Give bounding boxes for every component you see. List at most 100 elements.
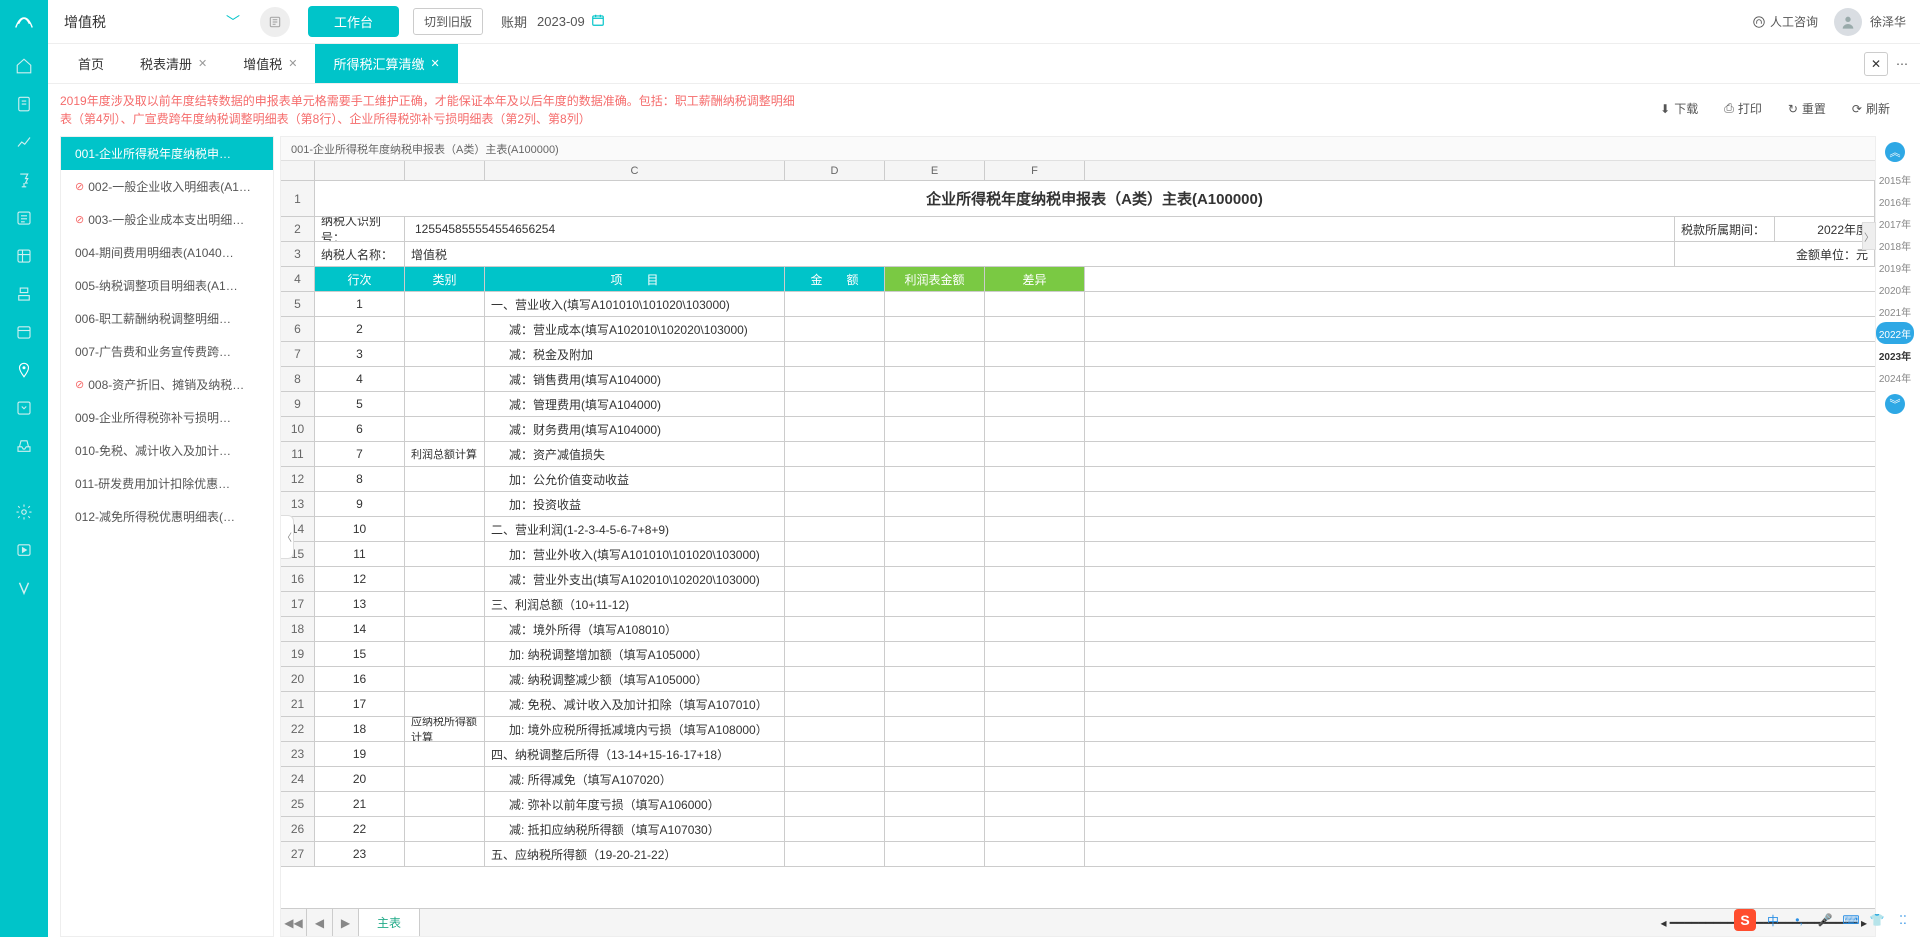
nav-money-icon[interactable] [14,170,34,190]
tree-item[interactable]: 007-广告费和业务宣传费跨… [61,335,273,368]
year-button[interactable]: 2018年 [1876,234,1914,256]
cell[interactable]: 利润表金额 [885,267,985,291]
cell[interactable]: 12 [315,567,405,591]
cell[interactable]: 16 [315,667,405,691]
cell[interactable]: 减: 纳税调整减少额（填写A105000） [485,667,785,691]
year-button[interactable]: 2019年 [1876,256,1914,278]
cell[interactable] [785,817,885,841]
year-button[interactable]: 2024年 [1876,366,1914,388]
cell[interactable] [985,492,1085,516]
switch-old-button[interactable]: 切到旧版 [413,8,483,35]
cell[interactable] [785,542,885,566]
close-all-tabs-button[interactable]: ✕ [1864,52,1888,76]
cell[interactable] [885,667,985,691]
cell[interactable] [985,717,1085,741]
cell[interactable]: 税款所属期间： [1675,217,1775,241]
cell[interactable]: 7 [315,442,405,466]
cell[interactable]: 1 [315,292,405,316]
cell[interactable] [885,717,985,741]
sheet-nav-next[interactable]: ▶ [333,909,359,936]
refresh-button[interactable]: ⟳ 刷新 [1852,100,1890,117]
cell[interactable] [885,392,985,416]
cell[interactable] [785,517,885,541]
cell[interactable] [985,292,1085,316]
cell[interactable] [885,842,985,866]
cell[interactable] [985,317,1085,341]
cell[interactable]: 五、应纳税所得额（19-20-21-22） [485,842,785,866]
cell[interactable] [985,617,1085,641]
cell[interactable]: 5 [315,392,405,416]
cell[interactable] [785,767,885,791]
tab-close-icon[interactable]: ✕ [288,57,297,70]
cell[interactable] [885,317,985,341]
cell[interactable] [885,767,985,791]
cell[interactable]: 4 [315,367,405,391]
reset-button[interactable]: ↻ 重置 [1788,100,1826,117]
cell[interactable] [985,842,1085,866]
nav-settings-icon[interactable] [14,502,34,522]
org-selector[interactable]: 增值税 ﹀ [64,12,240,32]
cell[interactable] [885,692,985,716]
cell[interactable] [885,792,985,816]
cell[interactable]: 14 [315,617,405,641]
taxpayer-id[interactable]: 125545855554554656254 [405,217,1675,241]
cell[interactable] [785,442,885,466]
cell[interactable]: 2022年度 [1775,217,1875,241]
cell[interactable]: 18 [315,717,405,741]
taxpayer-name[interactable]: 增值税 [405,242,1675,266]
tab-close-icon[interactable]: ✕ [198,57,207,70]
sheet-nav-prev[interactable]: ◀ [307,909,333,936]
cell[interactable] [885,517,985,541]
cell[interactable] [985,367,1085,391]
year-button[interactable]: 2020年 [1876,278,1914,300]
workbench-button[interactable]: 工作台 [308,6,399,37]
cell[interactable] [785,667,885,691]
nav-chart-icon[interactable] [14,132,34,152]
cell[interactable]: 类别 [405,267,485,291]
cell[interactable] [885,442,985,466]
cell[interactable] [985,767,1085,791]
cell[interactable] [985,517,1085,541]
cell[interactable] [985,342,1085,366]
cell[interactable]: 减: 弥补以前年度亏损（填写A106000） [485,792,785,816]
cell[interactable]: 9 [315,492,405,516]
collapse-tree-handle[interactable]: 〈 [280,515,294,559]
cell[interactable] [885,467,985,491]
tree-item[interactable]: 010-免税、减计收入及加计… [61,434,273,467]
ime-mic-icon[interactable]: 🎤 [1816,911,1834,929]
cell[interactable]: 减：资产减值损失 [485,442,785,466]
cell[interactable]: 减：营业外支出(填写A102010\102020\103000) [485,567,785,591]
cell[interactable] [785,842,885,866]
nav-inbox-icon[interactable] [14,436,34,456]
cell[interactable] [785,417,885,441]
cell[interactable] [785,467,885,491]
nav-video-icon[interactable] [14,540,34,560]
cell[interactable] [985,442,1085,466]
cell[interactable]: 纳税人名称： [315,242,405,266]
cell[interactable]: 8 [315,467,405,491]
cell[interactable]: 金 额 [785,267,885,291]
cell[interactable]: 23 [315,842,405,866]
cell[interactable] [885,642,985,666]
cell[interactable] [785,717,885,741]
cell[interactable] [985,392,1085,416]
download-button[interactable]: ⬇ 下载 [1660,100,1698,117]
cell[interactable]: 10 [315,517,405,541]
year-scroll-up-icon[interactable]: ︽ [1885,142,1905,162]
cell[interactable]: 减：财务费用(填写A104000) [485,417,785,441]
tree-item[interactable]: ⊘002-一般企业收入明细表(A1… [61,170,273,203]
cell[interactable] [785,492,885,516]
tree-item[interactable]: 004-期间费用明细表(A1040… [61,236,273,269]
ime-tools-icon[interactable]: ⁚⁚ [1894,911,1912,929]
cell[interactable]: 加：投资收益 [485,492,785,516]
sheet-tab[interactable]: 主表 [359,909,420,936]
cell[interactable] [985,692,1085,716]
cell[interactable]: 减：税金及附加 [485,342,785,366]
cell[interactable]: 差异 [985,267,1085,291]
tab-1[interactable]: 税表清册✕ [122,44,225,83]
year-scroll-down-icon[interactable]: ︾ [1885,394,1905,414]
cell[interactable]: 三、利润总额（10+11-12) [485,592,785,616]
cell[interactable]: 减：境外所得（填写A108010） [485,617,785,641]
cell[interactable]: 减: 抵扣应纳税所得额（填写A107030） [485,817,785,841]
cell[interactable]: 加：营业外收入(填写A101010\101020\103000) [485,542,785,566]
